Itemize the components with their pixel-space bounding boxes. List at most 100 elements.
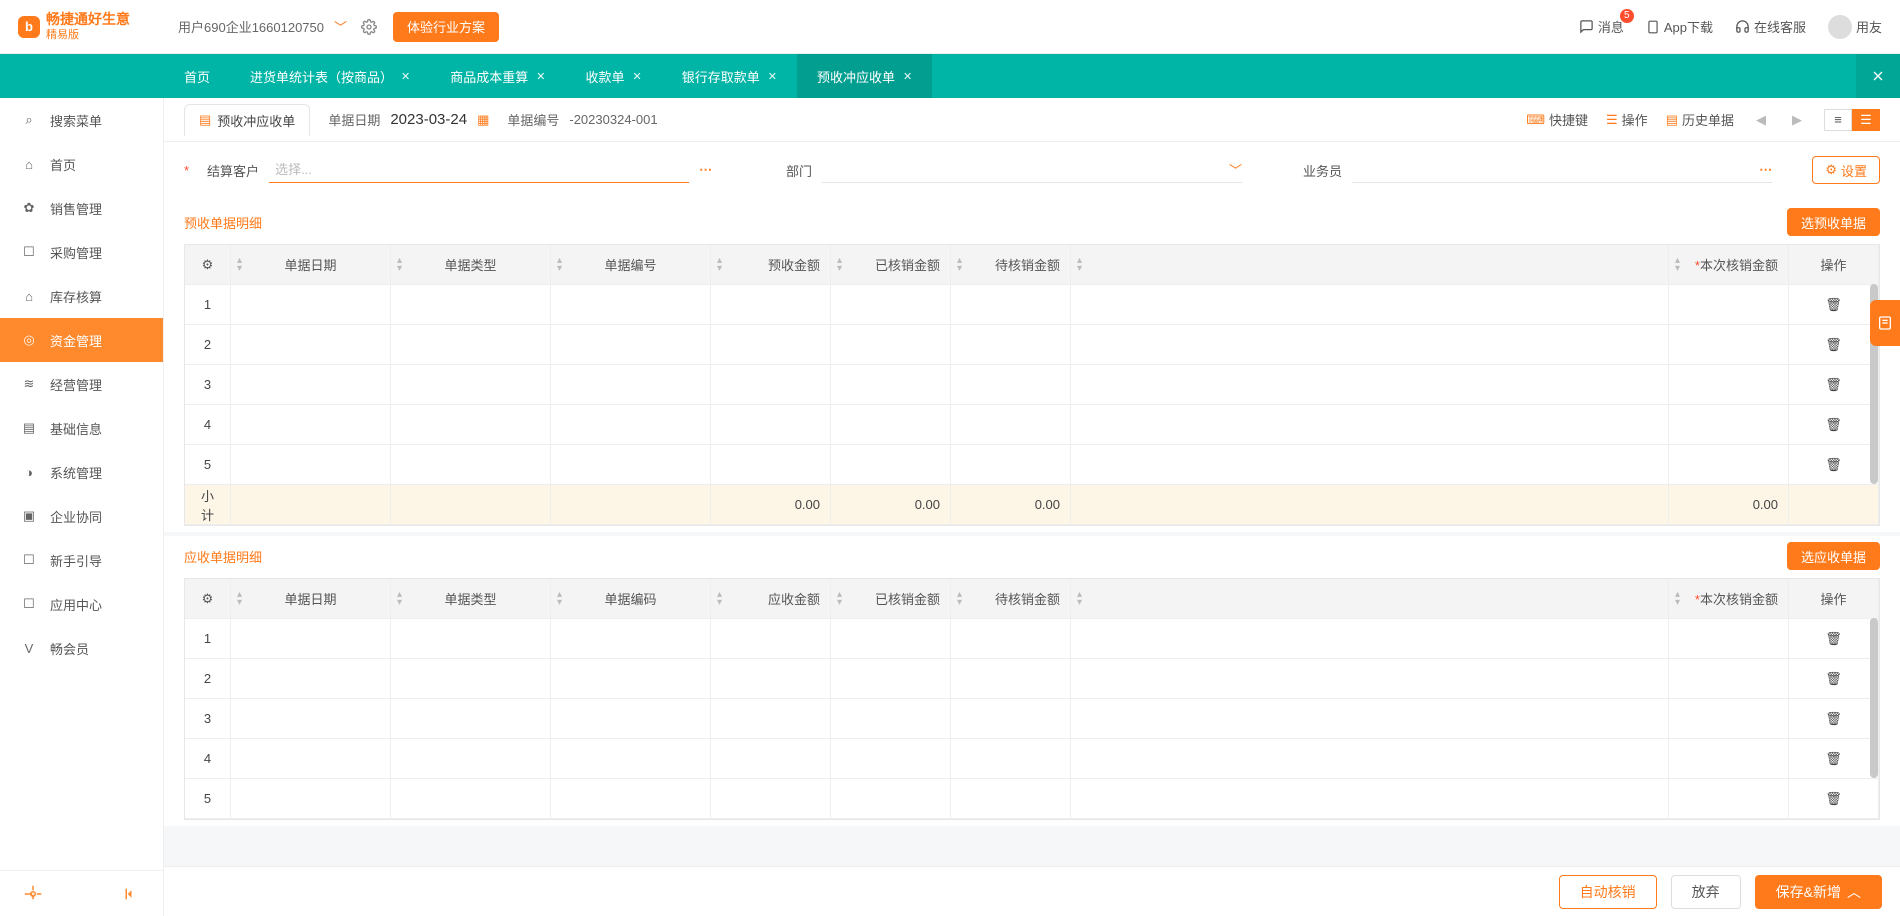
close-icon[interactable]: ✕ xyxy=(633,70,642,83)
table-row[interactable]: 1🗑 xyxy=(185,285,1879,325)
customer-service-link[interactable]: 在线客服 xyxy=(1735,17,1806,36)
delete-icon[interactable]: 🗑 xyxy=(1789,325,1879,365)
tab-item[interactable]: 首页 xyxy=(164,54,230,98)
doc-date[interactable]: 2023-03-24 xyxy=(390,111,467,128)
company-selector[interactable]: 用户690企业1660120750 ﹀ xyxy=(178,17,347,36)
cog-header[interactable]: ⚙ xyxy=(185,579,231,619)
col-header[interactable]: ▴▾单据日期 xyxy=(231,579,391,619)
tab-item[interactable]: 收款单✕ xyxy=(565,54,661,98)
tab-item[interactable]: 商品成本重算✕ xyxy=(430,54,565,98)
close-icon[interactable]: ✕ xyxy=(903,70,912,83)
table-row[interactable]: 4🗑 xyxy=(185,405,1879,445)
col-header[interactable]: ▴▾已核销金额 xyxy=(831,245,951,285)
sidebar-item[interactable]: ◑系统管理 xyxy=(0,450,163,494)
close-all-tabs[interactable] xyxy=(1856,54,1900,98)
delete-icon[interactable]: 🗑 xyxy=(1789,659,1879,699)
view-list[interactable]: ≡ xyxy=(1824,109,1852,131)
section-title: 应收单据明细 xyxy=(184,547,262,566)
gear-icon[interactable] xyxy=(361,19,377,35)
table-row[interactable]: 2🗑 xyxy=(185,325,1879,365)
delete-icon[interactable]: 🗑 xyxy=(1789,699,1879,739)
table-row[interactable]: 3🗑 xyxy=(185,699,1879,739)
settings-button[interactable]: ⚙设置 xyxy=(1812,156,1880,184)
table-row[interactable]: 3🗑 xyxy=(185,365,1879,405)
sidebar-item[interactable]: ⌂首页 xyxy=(0,142,163,186)
col-header[interactable]: ▴▾*本次核销金额 xyxy=(1669,579,1789,619)
col-header[interactable]: ▴▾单据类型 xyxy=(391,579,551,619)
sidebar-item[interactable]: ◎资金管理 xyxy=(0,318,163,362)
auto-match-button[interactable]: 自动核销 xyxy=(1559,875,1657,909)
select-prepay-button[interactable]: 选预收单据 xyxy=(1787,208,1880,236)
table-row[interactable]: 4🗑 xyxy=(185,739,1879,779)
tab-item[interactable]: 进货单统计表（按商品）✕ xyxy=(230,54,430,98)
app-download-link[interactable]: App下载 xyxy=(1646,17,1713,36)
col-header[interactable]: ▴▾单据日期 xyxy=(231,245,391,285)
delete-icon[interactable]: 🗑 xyxy=(1789,739,1879,779)
col-header[interactable]: ▴▾已核销金额 xyxy=(831,579,951,619)
col-header[interactable]: ▴▾*本次核销金额 xyxy=(1669,245,1789,285)
shortcut-link[interactable]: ⌨快捷键 xyxy=(1526,110,1588,129)
history-link[interactable]: ▤历史单据 xyxy=(1666,110,1734,129)
col-header[interactable]: ▴▾待核销金额 xyxy=(951,579,1071,619)
select-receivable-button[interactable]: 选应收单据 xyxy=(1787,542,1880,570)
tab-item[interactable]: 预收冲应收单✕ xyxy=(797,54,932,98)
view-card[interactable]: ☰ xyxy=(1852,109,1880,131)
sidebar-item[interactable]: ≋经营管理 xyxy=(0,362,163,406)
more-icon[interactable]: ⋯ xyxy=(699,162,712,178)
gear-icon: ⚙ xyxy=(1825,162,1837,178)
sidebar-item[interactable]: V畅会员 xyxy=(0,626,163,670)
col-header[interactable]: ▴▾ xyxy=(1071,579,1669,619)
close-icon[interactable]: ✕ xyxy=(401,70,410,83)
more-icon[interactable]: ⋯ xyxy=(1759,162,1772,178)
col-header[interactable]: ▴▾待核销金额 xyxy=(951,245,1071,285)
user-menu[interactable]: 用友 xyxy=(1828,15,1882,39)
dept-select[interactable]: ﹀ xyxy=(822,157,1242,183)
collapse-icon[interactable] xyxy=(121,885,139,903)
table-row[interactable]: 2🗑 xyxy=(185,659,1879,699)
sidebar-item[interactable]: ☐采购管理 xyxy=(0,230,163,274)
delete-icon[interactable]: 🗑 xyxy=(1789,285,1879,325)
sales-input[interactable]: ⋯ xyxy=(1352,157,1772,183)
col-header[interactable]: ▴▾单据类型 xyxy=(391,245,551,285)
sidebar-item[interactable]: ⌂库存核算 xyxy=(0,274,163,318)
next-icon[interactable]: ▶ xyxy=(1788,112,1806,128)
calendar-icon[interactable]: ▦ xyxy=(477,112,489,128)
prev-icon[interactable]: ◀ xyxy=(1752,112,1770,128)
col-header[interactable]: ▴▾预收金额 xyxy=(711,245,831,285)
delete-icon[interactable]: 🗑 xyxy=(1789,365,1879,405)
history-icon: ▤ xyxy=(1666,112,1678,128)
col-header[interactable]: ▴▾应收金额 xyxy=(711,579,831,619)
close-icon[interactable]: ✕ xyxy=(768,70,777,83)
table-row[interactable]: 5🗑 xyxy=(185,445,1879,485)
col-header[interactable]: ▴▾ xyxy=(1071,245,1669,285)
sidebar-item[interactable]: ☐应用中心 xyxy=(0,582,163,626)
gear-icon[interactable] xyxy=(24,885,42,903)
delete-icon[interactable]: 🗑 xyxy=(1789,779,1879,819)
delete-icon[interactable]: 🗑 xyxy=(1789,405,1879,445)
sidebar-item[interactable]: ⌕搜索菜单 xyxy=(0,98,163,142)
sidebar-item[interactable]: ▣企业协同 xyxy=(0,494,163,538)
document-tab[interactable]: ▤ 预收冲应收单 xyxy=(184,104,310,136)
trial-button[interactable]: 体验行业方案 xyxy=(393,12,499,42)
right-drawer-toggle[interactable] xyxy=(1870,300,1900,346)
discard-button[interactable]: 放弃 xyxy=(1671,875,1741,909)
messages-link[interactable]: 消息 5 xyxy=(1579,17,1624,36)
operations-link[interactable]: ☰操作 xyxy=(1606,110,1648,129)
sidebar-item[interactable]: ✿销售管理 xyxy=(0,186,163,230)
customer-input[interactable] xyxy=(269,157,689,183)
table-row[interactable]: 1🗑 xyxy=(185,619,1879,659)
sidebar-item[interactable]: ☐新手引导 xyxy=(0,538,163,582)
tab-item[interactable]: 银行存取款单✕ xyxy=(662,54,797,98)
scrollbar[interactable] xyxy=(1870,618,1878,778)
phone-icon xyxy=(1646,20,1660,34)
close-icon[interactable]: ✕ xyxy=(536,70,545,83)
prepay-table: ⚙▴▾单据日期▴▾单据类型▴▾单据编号▴▾预收金额▴▾已核销金额▴▾待核销金额▴… xyxy=(184,244,1880,526)
cog-header[interactable]: ⚙ xyxy=(185,245,231,285)
col-header[interactable]: ▴▾单据编码 xyxy=(551,579,711,619)
save-new-button[interactable]: 保存&新增︿ xyxy=(1755,875,1882,909)
delete-icon[interactable]: 🗑 xyxy=(1789,445,1879,485)
col-header[interactable]: ▴▾单据编号 xyxy=(551,245,711,285)
table-row[interactable]: 5🗑 xyxy=(185,779,1879,819)
delete-icon[interactable]: 🗑 xyxy=(1789,619,1879,659)
sidebar-item[interactable]: ▤基础信息 xyxy=(0,406,163,450)
